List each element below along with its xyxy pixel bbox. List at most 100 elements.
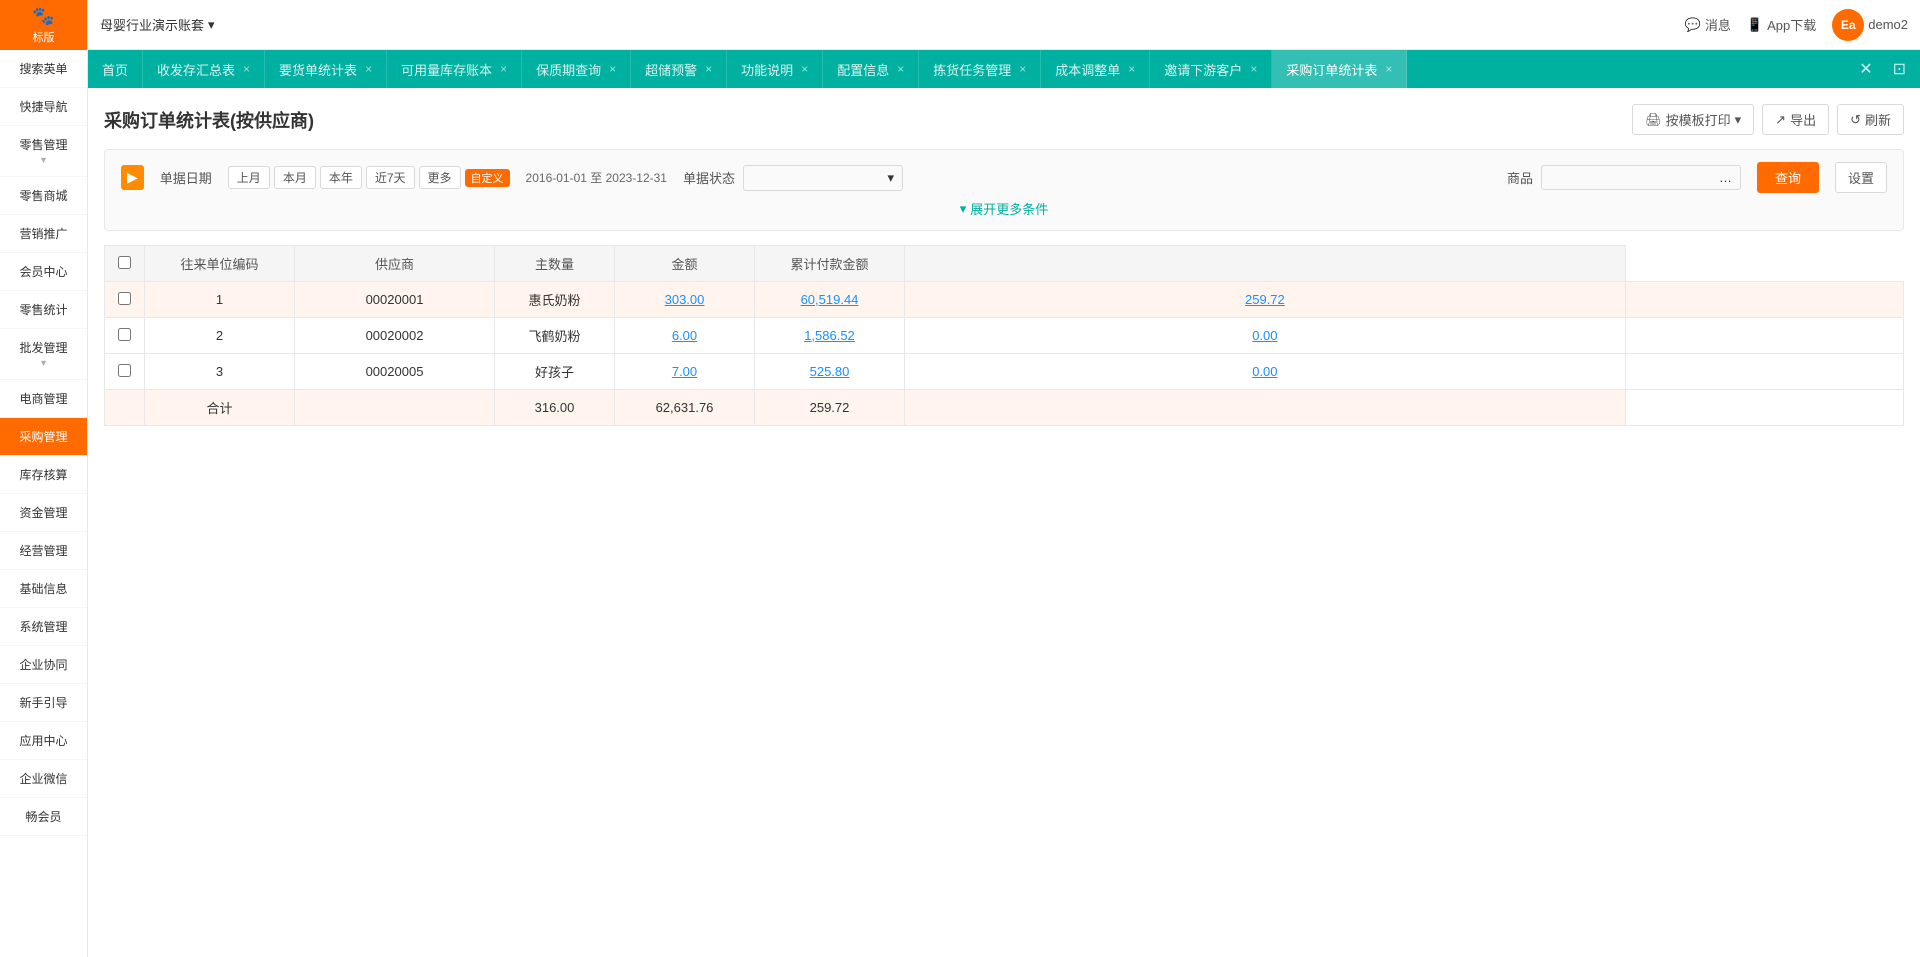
tab-function-desc[interactable]: 功能说明 ×: [727, 50, 823, 88]
refresh-icon: ↺: [1850, 112, 1861, 128]
sidebar-label-member-center: 会员中心: [19, 263, 67, 280]
sidebar-item-system-manage[interactable]: 系统管理: [0, 608, 87, 646]
shortcut-7days[interactable]: 近7天: [366, 166, 415, 189]
select-all-checkbox[interactable]: [118, 256, 131, 269]
tab-label-function-desc: 功能说明: [741, 60, 793, 79]
sidebar-item-marketing[interactable]: 营销推广: [0, 215, 87, 253]
user-profile[interactable]: Ea demo2: [1832, 9, 1908, 41]
workspace-dropdown-icon: ▾: [208, 17, 215, 33]
shortcut-this-year[interactable]: 本年: [320, 166, 362, 189]
settings-btn[interactable]: 设置: [1835, 162, 1887, 193]
row-checkbox[interactable]: [118, 328, 131, 341]
app-download-label: App下载: [1767, 15, 1816, 34]
page-content: 采购订单统计表(按供应商) 🖨 按模板打印 ▾ ↗ 导出 ↺ 刷新: [88, 88, 1920, 957]
print-label: 按模板打印: [1666, 110, 1731, 129]
sidebar-item-search[interactable]: 搜索英单: [0, 50, 87, 88]
tab-close-invite-downstream[interactable]: ×: [1250, 62, 1257, 76]
query-btn[interactable]: 查询: [1757, 162, 1819, 193]
print-btn[interactable]: 🖨 按模板打印 ▾: [1632, 104, 1754, 135]
tab-receive-summary[interactable]: 收发存汇总表×: [143, 50, 265, 88]
row-checkbox-cell: [105, 282, 145, 318]
row-qty[interactable]: 6.00: [615, 318, 755, 354]
status-select[interactable]: ▾: [743, 165, 903, 191]
row-paid[interactable]: 259.72: [905, 282, 1626, 318]
sidebar-item-retail-store[interactable]: 零售商城: [0, 177, 87, 215]
shortcut-last-month[interactable]: 上月: [228, 166, 270, 189]
row-qty[interactable]: 303.00: [615, 282, 755, 318]
tab-purchase-summary[interactable]: 采购订单统计表 ×: [1272, 50, 1407, 88]
status-select-arrow: ▾: [887, 170, 894, 186]
shortcut-this-month[interactable]: 本月: [274, 166, 316, 189]
sidebar-item-inventory-check[interactable]: 库存核算: [0, 456, 87, 494]
tab-close-cost-adjust[interactable]: ×: [1128, 62, 1135, 76]
row-amount[interactable]: 525.80: [755, 354, 905, 390]
tab-close-available-stock[interactable]: ×: [500, 62, 507, 76]
sidebar-label-enterprise-collab: 企业协同: [19, 656, 67, 673]
tab-expiry-check[interactable]: 保质期查询×: [522, 50, 631, 88]
tab-close-overstock[interactable]: ×: [705, 62, 712, 76]
sidebar-label-retail-store: 零售商城: [19, 187, 67, 204]
sidebar-item-quick-nav[interactable]: 快捷导航: [0, 88, 87, 126]
tab-pick-task[interactable]: 拣货任务管理×: [919, 50, 1041, 88]
tab-available-stock[interactable]: 可用量库存账本×: [387, 50, 522, 88]
row-extra: [1625, 354, 1903, 390]
tab-close-receive-summary[interactable]: ×: [243, 62, 250, 76]
tab-close-config-info[interactable]: ×: [897, 62, 904, 76]
refresh-btn[interactable]: ↺ 刷新: [1837, 104, 1904, 135]
tab-close-pick-task[interactable]: ×: [1019, 62, 1026, 76]
expand-more-btn[interactable]: ▾ 展开更多条件: [121, 193, 1887, 218]
sidebar-item-finance-manage[interactable]: 资金管理: [0, 494, 87, 532]
row-qty[interactable]: 7.00: [615, 354, 755, 390]
goods-input[interactable]: …: [1541, 165, 1741, 190]
footer-label: 合计: [145, 390, 295, 426]
sidebar-item-enterprise-wechat[interactable]: 企业微信: [0, 760, 87, 798]
tab-close-all-btn[interactable]: ✕: [1853, 57, 1878, 81]
tab-controls: ✕ ⊡: [1853, 57, 1920, 81]
tab-config-info[interactable]: 配置信息 ×: [823, 50, 919, 88]
tab-overstock[interactable]: 超储预警×: [631, 50, 727, 88]
sidebar-item-enterprise-collab[interactable]: 企业协同: [0, 646, 87, 684]
message-label: 消息: [1705, 15, 1731, 34]
shortcut-more[interactable]: 更多: [419, 166, 461, 189]
tab-label-config-info: 配置信息: [837, 60, 889, 79]
sidebar-item-retail-stats[interactable]: 零售统计: [0, 291, 87, 329]
page-title: 采购订单统计表(按供应商): [104, 107, 314, 133]
tab-close-order-summary[interactable]: ×: [365, 62, 372, 76]
row-paid[interactable]: 0.00: [905, 354, 1626, 390]
tab-cost-adjust[interactable]: 成本调整单×: [1041, 50, 1150, 88]
workspace-selector[interactable]: 母婴行业演示账套 ▾: [100, 15, 215, 34]
sidebar-item-member-center[interactable]: 会员中心: [0, 253, 87, 291]
message-btn[interactable]: 💬 消息: [1685, 15, 1731, 34]
tab-home[interactable]: 首页: [88, 50, 143, 88]
row-amount[interactable]: 1,586.52: [755, 318, 905, 354]
sidebar-item-wholesale-manage[interactable]: 批发管理▾: [0, 329, 87, 380]
sidebar-item-app-center[interactable]: 应用中心: [0, 722, 87, 760]
row-paid[interactable]: 0.00: [905, 318, 1626, 354]
tab-fullscreen-btn[interactable]: ⊡: [1887, 57, 1912, 81]
tab-close-expiry-check[interactable]: ×: [609, 62, 616, 76]
tab-order-summary[interactable]: 要货单统计表×: [265, 50, 387, 88]
sidebar-label-finance-manage: 资金管理: [19, 504, 67, 521]
sidebar-item-ops-manage[interactable]: 经营管理: [0, 532, 87, 570]
row-amount[interactable]: 60,519.44: [755, 282, 905, 318]
tab-invite-downstream[interactable]: 邀请下游客户×: [1150, 50, 1272, 88]
sidebar-item-ecommerce-manage[interactable]: 电商管理: [0, 380, 87, 418]
tab-label-purchase-summary: 采购订单统计表: [1286, 60, 1377, 79]
tab-close-function-desc[interactable]: ×: [801, 62, 808, 76]
app-logo[interactable]: 🐾 标版: [0, 0, 87, 50]
topbar: 母婴行业演示账套 ▾ 💬 消息 📱 App下载 Ea demo2: [88, 0, 1920, 50]
sidebar-item-retail-manage[interactable]: 零售管理▾: [0, 126, 87, 177]
sidebar-item-new-guide[interactable]: 新手引导: [0, 684, 87, 722]
filter-toggle-btn[interactable]: ▶: [121, 165, 144, 190]
row-checkbox[interactable]: [118, 292, 131, 305]
sidebar-item-purchase-manage[interactable]: 采购管理: [0, 418, 87, 456]
tab-close-purchase-summary[interactable]: ×: [1385, 62, 1392, 76]
sidebar-item-basic-info[interactable]: 基础信息: [0, 570, 87, 608]
sidebar: 🐾 标版 搜索英单快捷导航零售管理▾ 零售商城营销推广会员中心零售统计批发管理▾电…: [0, 0, 88, 957]
table-row: 100020001惠氏奶粉303.0060,519.44259.72: [105, 282, 1904, 318]
sidebar-item-member-plus[interactable]: 畅会员: [0, 798, 87, 836]
app-download-btn[interactable]: 📱 App下载: [1747, 15, 1816, 34]
row-checkbox[interactable]: [118, 364, 131, 377]
footer-empty-3: [905, 390, 1626, 426]
export-btn[interactable]: ↗ 导出: [1762, 104, 1829, 135]
